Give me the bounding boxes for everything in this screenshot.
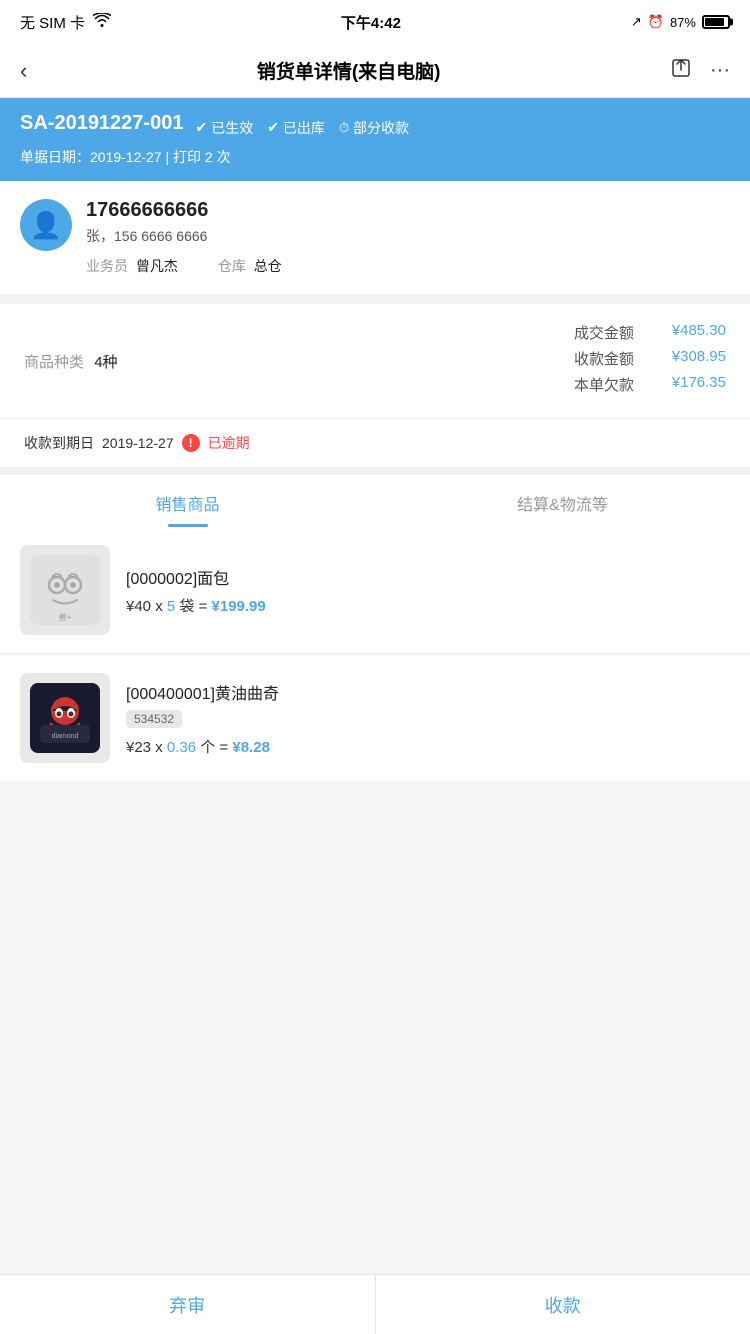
share-icon[interactable] xyxy=(670,57,692,85)
customer-avatar: 👤 xyxy=(20,199,72,251)
product-total-2: ¥8.28 xyxy=(232,739,270,756)
tab-products[interactable]: 销售商品 xyxy=(0,475,375,527)
status-badge-1: ✔ 已生效 xyxy=(195,118,253,138)
order-date: 单据日期：2019-12-27 | 打印 2 次 xyxy=(20,147,730,167)
order-badges: ✔ 已生效 ✔ 已出库 ⏱ 部分收款 xyxy=(195,118,409,138)
status-right: ↗ ⏰ 87% xyxy=(631,14,730,30)
product-details-2: [000400001]黄油曲奇 534532 ¥23 x 0.36 个 = ¥8… xyxy=(126,680,730,757)
status-left: 无 SIM 卡 xyxy=(20,12,111,33)
battery-percent: 87% xyxy=(670,15,696,30)
products-section: 兽+ [0000002]面包 ¥40 x 5 袋 = ¥199.99 xyxy=(0,527,750,781)
received-value: ¥308.95 xyxy=(646,348,726,369)
product-image-2: diamond xyxy=(20,673,110,763)
status-time: 下午4:42 xyxy=(341,12,401,33)
product-card-1: 兽+ [0000002]面包 ¥40 x 5 袋 = ¥199.99 xyxy=(0,527,750,653)
collect-button[interactable]: 收款 xyxy=(376,1275,750,1334)
tabs-section: 销售商品 结算&物流等 xyxy=(0,467,750,527)
order-banner: SA-20191227-001 ✔ 已生效 ✔ 已出库 ⏱ 部分收款 单据日期：… xyxy=(0,98,750,181)
battery-fill xyxy=(705,18,724,26)
warehouse-item: 仓库 总仓 xyxy=(218,256,282,276)
wifi-icon xyxy=(93,13,111,31)
product-qty-2: 0.36 xyxy=(167,739,196,756)
product-price-2: ¥23 x 0.36 个 = ¥8.28 xyxy=(126,736,730,757)
deal-amount-row: 成交金额 ¥485.30 xyxy=(574,322,726,343)
customer-section: 👤 17666666666 张，156 6666 6666 业务员 曾凡杰 仓库… xyxy=(0,181,750,294)
carrier-label: 无 SIM 卡 xyxy=(20,12,85,33)
more-icon[interactable]: ··· xyxy=(710,59,730,82)
nav-bar: ‹ 销货单详情(来自电脑) ··· xyxy=(0,44,750,98)
page-title: 销货单详情(来自电脑) xyxy=(257,57,441,84)
product-count: 商品种类 4种 xyxy=(24,351,118,372)
due-section: 收款到期日 2019-12-27 ! 已逾期 xyxy=(0,418,750,467)
customer-info: 17666666666 张，156 6666 6666 业务员 曾凡杰 仓库 总… xyxy=(86,199,730,276)
back-button[interactable]: ‹ xyxy=(20,58,27,84)
due-date-label: 收款到期日 xyxy=(24,433,94,453)
bottom-spacer xyxy=(0,783,750,853)
order-id: SA-20191227-001 xyxy=(20,112,183,135)
stats-right: 成交金额 ¥485.30 收款金额 ¥308.95 本单欠款 ¥176.35 xyxy=(574,322,726,400)
reject-button[interactable]: 弃审 xyxy=(0,1275,376,1334)
owed-value: ¥176.35 xyxy=(646,374,726,395)
product-details-1: [0000002]面包 ¥40 x 5 袋 = ¥199.99 xyxy=(126,565,730,616)
overdue-icon: ! xyxy=(182,434,200,452)
status-bar: 无 SIM 卡 下午4:42 ↗ ⏰ 87% xyxy=(0,0,750,44)
received-row: 收款金额 ¥308.95 xyxy=(574,348,726,369)
product-sku-2: 534532 xyxy=(126,710,182,728)
bottom-bar: 弃审 收款 xyxy=(0,1274,750,1334)
customer-contact: 张，156 6666 6666 xyxy=(86,226,730,246)
customer-name: 17666666666 xyxy=(86,199,730,222)
product-qty-1: 5 xyxy=(167,598,175,615)
product-name-2: [000400001]黄油曲奇 xyxy=(126,680,730,704)
product-card-2: diamond [000400001]黄油曲奇 534532 ¥23 x 0.3… xyxy=(0,655,750,781)
battery-icon xyxy=(702,15,730,29)
product-name-1: [0000002]面包 xyxy=(126,565,730,589)
salesperson-item: 业务员 曾凡杰 xyxy=(86,256,178,276)
location-icon: ↗ xyxy=(631,14,642,30)
svg-text:兽+: 兽+ xyxy=(59,612,72,622)
due-date-value: 2019-12-27 xyxy=(102,435,174,451)
product-image-1: 兽+ xyxy=(20,545,110,635)
customer-details: 业务员 曾凡杰 仓库 总仓 xyxy=(86,256,730,276)
product-price-1: ¥40 x 5 袋 = ¥199.99 xyxy=(126,595,730,616)
status-badge-3: ⏱ 部分收款 xyxy=(339,118,409,138)
nav-actions: ··· xyxy=(670,57,730,85)
owed-row: 本单欠款 ¥176.35 xyxy=(574,374,726,395)
status-badge-2: ✔ 已出库 xyxy=(267,118,325,138)
stats-section: 商品种类 4种 成交金额 ¥485.30 收款金额 ¥308.95 本单欠款 ¥… xyxy=(0,304,750,418)
deal-amount-value: ¥485.30 xyxy=(646,322,726,343)
svg-text:diamond: diamond xyxy=(52,733,79,740)
divider-1 xyxy=(0,294,750,304)
alarm-icon: ⏰ xyxy=(648,14,664,30)
tab-settlement[interactable]: 结算&物流等 xyxy=(375,475,750,527)
product-total-1: ¥199.99 xyxy=(212,598,266,615)
overdue-text: 已逾期 xyxy=(208,433,250,453)
stats-left: 商品种类 4种 xyxy=(24,351,118,372)
